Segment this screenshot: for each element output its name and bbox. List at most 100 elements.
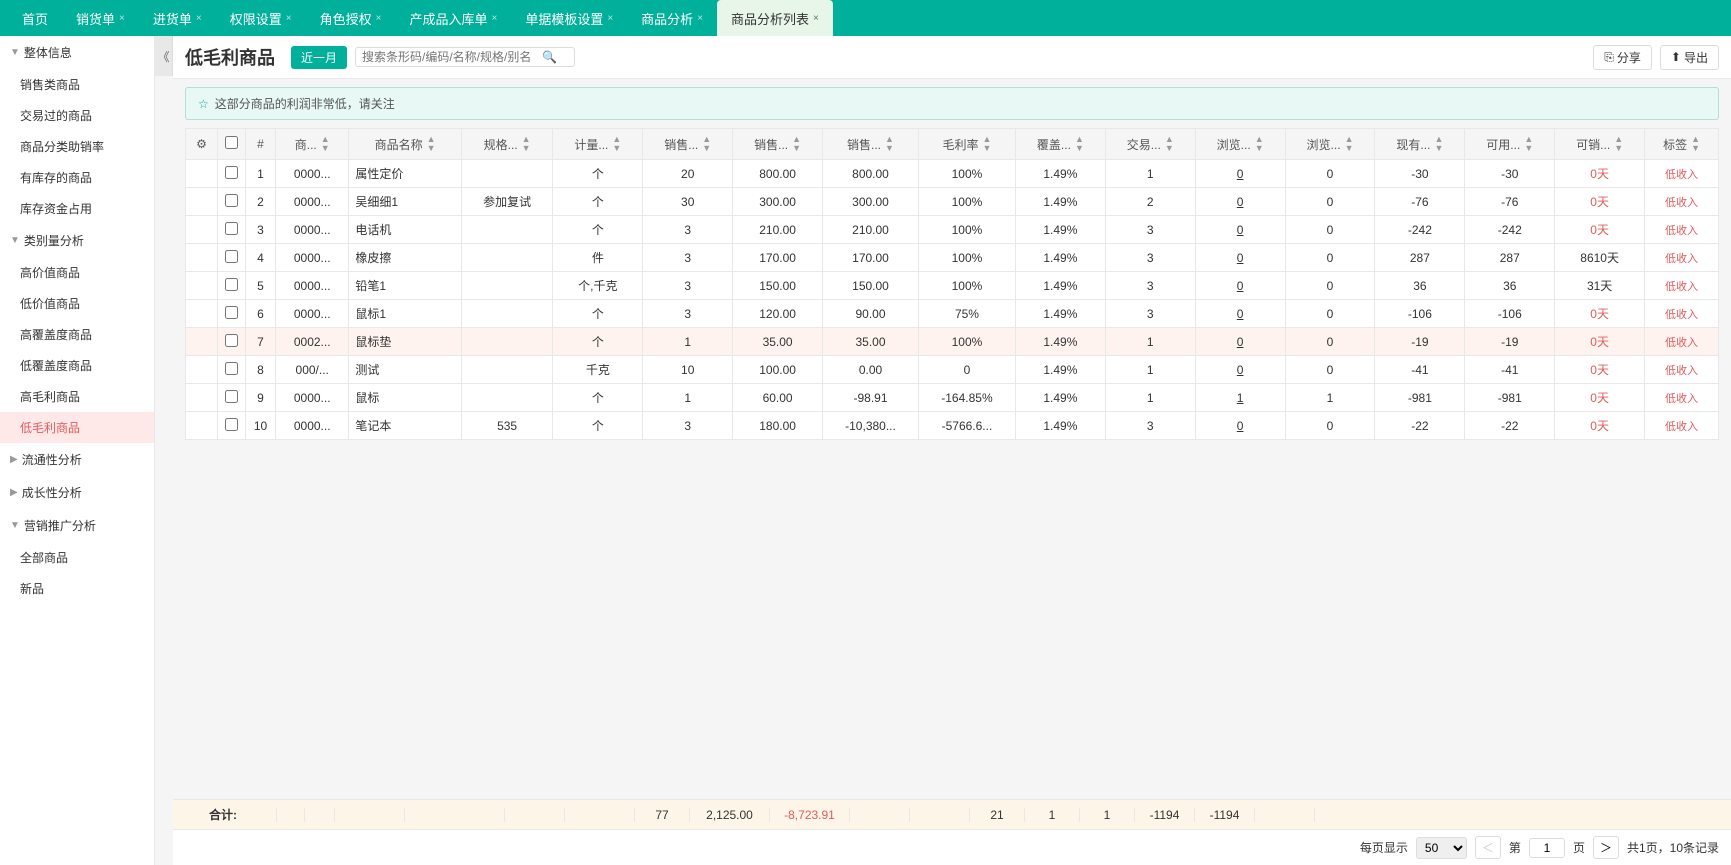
sidebar-group-liquidity-title[interactable]: ▶ 流通性分析 xyxy=(0,443,154,476)
row-checkbox[interactable] xyxy=(225,334,238,347)
row-checkbox[interactable] xyxy=(225,222,238,235)
cell-gross-margin: 100% xyxy=(918,272,1015,300)
th-sales-amount[interactable]: 销售...▲▼ xyxy=(733,129,823,160)
row-checkbox[interactable] xyxy=(225,250,238,263)
row-checkbox[interactable] xyxy=(225,362,238,375)
sidebar-group-growth-title[interactable]: ▶ 成长性分析 xyxy=(0,476,154,509)
th-gross-margin[interactable]: 毛利率▲▼ xyxy=(918,129,1015,160)
row-checkbox[interactable] xyxy=(225,278,238,291)
pagination-bar: 每页显示 50 100 200 ＜ 第 页 ＞ 共1页，10条记录 xyxy=(173,829,1731,865)
th-trade[interactable]: 交易...▲▼ xyxy=(1105,129,1195,160)
nav-product-analysis-list[interactable]: 商品分析列表 × xyxy=(717,0,833,36)
cell-view1[interactable]: 0 xyxy=(1195,244,1285,272)
close-icon[interactable]: × xyxy=(813,13,819,24)
row-checkbox[interactable] xyxy=(225,194,238,207)
th-sales-qty[interactable]: 销售...▲▼ xyxy=(643,129,733,160)
nav-template-settings[interactable]: 单据模板设置 × xyxy=(511,0,627,36)
cell-view1[interactable]: 0 xyxy=(1195,412,1285,440)
th-tag[interactable]: 标签▲▼ xyxy=(1645,129,1719,160)
cell-view2: 1 xyxy=(1285,384,1375,412)
nav-role-auth[interactable]: 角色授权 × xyxy=(306,0,396,36)
th-settings[interactable]: ⚙ xyxy=(186,129,218,160)
sidebar-item-low-margin[interactable]: 低毛利商品 xyxy=(0,412,154,443)
select-all-checkbox[interactable] xyxy=(225,136,238,149)
cell-view1[interactable]: 1 xyxy=(1195,384,1285,412)
cell-coverage: 1.49% xyxy=(1015,356,1105,384)
row-checkbox[interactable] xyxy=(225,418,238,431)
row-checkbox[interactable] xyxy=(225,306,238,319)
page-number-input[interactable] xyxy=(1529,838,1565,858)
sidebar-item-low-value[interactable]: 低价值商品 xyxy=(0,288,154,319)
notice-icon: ☆ xyxy=(198,97,209,111)
cell-view1[interactable]: 0 xyxy=(1195,188,1285,216)
close-icon[interactable]: × xyxy=(697,13,703,24)
cell-view1[interactable]: 0 xyxy=(1195,160,1285,188)
nav-product-inbound[interactable]: 产成品入库单 × xyxy=(395,0,511,36)
th-name[interactable]: 商品名称▲▼ xyxy=(349,129,461,160)
cell-view1[interactable]: 0 xyxy=(1195,272,1285,300)
th-sellable[interactable]: 可销...▲▼ xyxy=(1555,129,1645,160)
cell-view1[interactable]: 0 xyxy=(1195,216,1285,244)
cell-view1[interactable]: 0 xyxy=(1195,356,1285,384)
cell-sales-qty: 3 xyxy=(643,244,733,272)
sidebar-item-high-margin[interactable]: 高毛利商品 xyxy=(0,381,154,412)
close-icon[interactable]: × xyxy=(376,13,382,24)
page-size-select[interactable]: 50 100 200 xyxy=(1416,837,1467,859)
close-icon[interactable]: × xyxy=(196,13,202,24)
sidebar-group-overall-title[interactable]: ▼ 整体信息 xyxy=(0,36,154,69)
sidebar-group-marketing-title[interactable]: ▼ 营销推广分析 xyxy=(0,509,154,542)
th-unit[interactable]: 计量...▲▼ xyxy=(553,129,643,160)
nav-product-analysis[interactable]: 商品分析 × xyxy=(627,0,717,36)
nav-home[interactable]: 首页 xyxy=(8,0,62,36)
next-page-button[interactable]: ＞ xyxy=(1593,836,1619,859)
th-view1[interactable]: 浏览...▲▼ xyxy=(1195,129,1285,160)
th-available[interactable]: 可用...▲▼ xyxy=(1465,129,1555,160)
export-button[interactable]: ⬆ 导出 xyxy=(1660,45,1719,70)
share-button[interactable]: ⎘ 分享 xyxy=(1593,45,1652,70)
search-input[interactable] xyxy=(362,50,542,64)
th-code[interactable]: 商...▲▼ xyxy=(276,129,349,160)
table-row: 8 000/... 测试 千克 10 100.00 0.00 0 1.49% 1… xyxy=(186,356,1719,384)
th-view2[interactable]: 浏览...▲▼ xyxy=(1285,129,1375,160)
cell-sellable: 0天 xyxy=(1555,160,1645,188)
cell-sales-amount: 180.00 xyxy=(733,412,823,440)
row-checkbox[interactable] xyxy=(225,166,238,179)
close-icon[interactable]: × xyxy=(119,13,125,24)
close-icon[interactable]: × xyxy=(286,13,292,24)
th-spec[interactable]: 规格...▲▼ xyxy=(461,129,553,160)
sidebar-group-overall: ▼ 整体信息 销售类商品 交易过的商品 商品分类助销率 有库存的商品 库存资金占… xyxy=(0,36,154,224)
cell-view1[interactable]: 0 xyxy=(1195,328,1285,356)
row-checkbox[interactable] xyxy=(225,390,238,403)
sidebar-item-all-products[interactable]: 全部商品 xyxy=(0,542,154,573)
sidebar-item-low-coverage[interactable]: 低覆盖度商品 xyxy=(0,350,154,381)
nav-permission-settings[interactable]: 权限设置 × xyxy=(216,0,306,36)
sidebar-item-sales-products[interactable]: 销售类商品 xyxy=(0,69,154,100)
th-coverage[interactable]: 覆盖...▲▼ xyxy=(1015,129,1105,160)
nav-sales-order[interactable]: 销货单 × xyxy=(62,0,139,36)
sidebar-group-category-title[interactable]: ▼ 类别量分析 xyxy=(0,224,154,257)
sidebar-item-high-coverage[interactable]: 高覆盖度商品 xyxy=(0,319,154,350)
nav-purchase-order[interactable]: 进货单 × xyxy=(139,0,216,36)
sidebar-item-high-value[interactable]: 高价值商品 xyxy=(0,257,154,288)
sidebar-item-category-sales-rate[interactable]: 商品分类助销率 xyxy=(0,131,154,162)
prev-page-button[interactable]: ＜ xyxy=(1475,836,1501,859)
sidebar-item-stock-products[interactable]: 有库存的商品 xyxy=(0,162,154,193)
sidebar-item-stock-funds[interactable]: 库存资金占用 xyxy=(0,193,154,224)
sidebar-collapse-button[interactable]: 《 xyxy=(155,36,173,76)
close-icon[interactable]: × xyxy=(607,13,613,24)
cell-available: -981 xyxy=(1465,384,1555,412)
search-icon[interactable]: 🔍 xyxy=(542,50,557,64)
cell-sales-profit: 150.00 xyxy=(823,272,919,300)
sidebar-group-category: ▼ 类别量分析 高价值商品 低价值商品 高覆盖度商品 低覆盖度商品 高毛利商品 … xyxy=(0,224,154,443)
cell-gross-margin: 100% xyxy=(918,216,1015,244)
th-current-stock[interactable]: 现有...▲▼ xyxy=(1375,129,1465,160)
sidebar-item-traded-products[interactable]: 交易过的商品 xyxy=(0,100,154,131)
cell-view1[interactable]: 0 xyxy=(1195,300,1285,328)
date-filter-button[interactable]: 近一月 xyxy=(291,46,347,69)
cell-gross-margin: 100% xyxy=(918,328,1015,356)
cell-sellable: 31天 xyxy=(1555,272,1645,300)
sidebar-item-new-products[interactable]: 新品 xyxy=(0,573,154,604)
close-icon[interactable]: × xyxy=(491,13,497,24)
th-sales-profit[interactable]: 销售...▲▼ xyxy=(823,129,919,160)
sort-icon: ▲▼ xyxy=(427,135,436,153)
